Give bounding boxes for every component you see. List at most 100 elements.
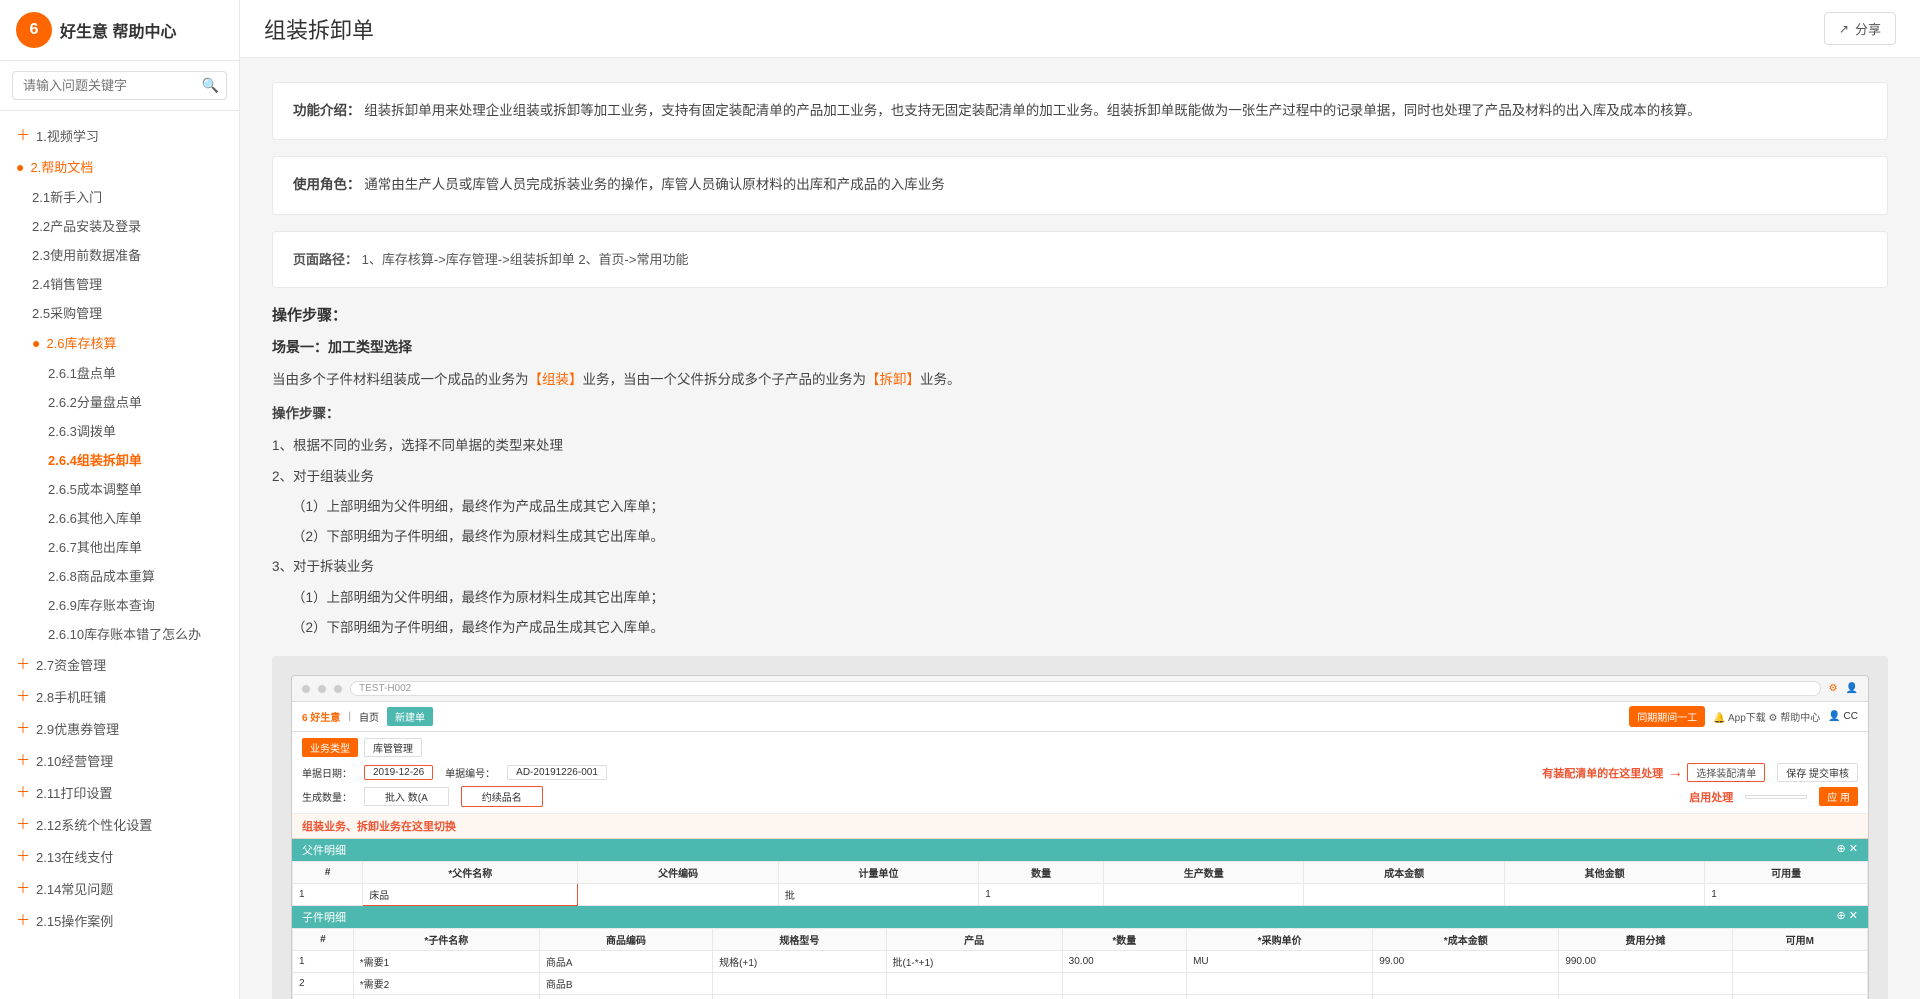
row-other-amt bbox=[1504, 884, 1704, 906]
mock-form-tabs: 业务类型 库管管理 bbox=[302, 738, 1858, 757]
sidebar-item-label: 2.11打印设置 bbox=[36, 783, 112, 802]
col-seq: # bbox=[293, 862, 363, 884]
logo-icon: 6 bbox=[16, 12, 52, 48]
sidebar-item-new-user[interactable]: 2.1新手入门 bbox=[0, 182, 239, 211]
col-avail2: 可用M bbox=[1732, 929, 1867, 951]
sidebar-item-other-out[interactable]: 2.6.7其他出库单 bbox=[0, 532, 239, 561]
share-icon: ↗ bbox=[1839, 22, 1849, 36]
app-title: 好生意 帮助中心 bbox=[60, 18, 176, 42]
sidebar-item-inventory[interactable]: ● 2.6库存核算 bbox=[0, 327, 239, 358]
col-prod2: 产品 bbox=[886, 929, 1062, 951]
mock-qty-label: 生成数量： bbox=[302, 789, 352, 804]
sidebar-item-sales[interactable]: 2.4销售管理 bbox=[0, 269, 239, 298]
step3: 3、对于拆装业务 bbox=[272, 555, 1888, 579]
share-button[interactable]: ↗ 分享 bbox=[1824, 12, 1896, 45]
table-row: 2 *需要2 商品B bbox=[293, 973, 1868, 995]
mock-app-header: 6 好生意 | 自页 新建单 同期期间一工 🔔 App下载 ⚙ 帮助中心 👤 C… bbox=[292, 702, 1868, 732]
sidebar-item-mobile[interactable]: ＋ 2.8手机旺铺 bbox=[0, 680, 239, 712]
mock-browser-bar: TEST-H002 ⚙ 👤 bbox=[292, 676, 1868, 702]
mock-period-btn[interactable]: 同期期间一工 bbox=[1629, 706, 1705, 727]
row-avail4 bbox=[1732, 973, 1867, 995]
sidebar-item-cost-adj[interactable]: 2.6.5成本调整单 bbox=[0, 474, 239, 503]
sidebar-item-ledger[interactable]: 2.6.9库存账本查询 bbox=[0, 590, 239, 619]
col-cost-amt: 成本金额 bbox=[1304, 862, 1504, 884]
row-pur-price2 bbox=[1187, 973, 1373, 995]
col-parent-name: *父件名称 bbox=[363, 862, 578, 884]
sidebar-item-video[interactable]: ＋ 1.视频学习 bbox=[0, 119, 239, 151]
sidebar-item-finance[interactable]: ＋ 2.7资金管理 bbox=[0, 648, 239, 680]
mock-annotation2-text: 组装业务、拆卸业务在这里切换 bbox=[302, 818, 456, 834]
row-spec: 规格(+1) bbox=[713, 951, 886, 973]
row-qty4 bbox=[1062, 973, 1186, 995]
sidebar-item-label: 1.视频学习 bbox=[36, 126, 99, 145]
row-prod-qty bbox=[1104, 884, 1304, 906]
sidebar-item-mgmt[interactable]: ＋ 2.10经营管理 bbox=[0, 744, 239, 776]
sidebar-item-stocktake[interactable]: 2.6.1盘点单 bbox=[0, 358, 239, 387]
steps-title: 操作步骤： bbox=[272, 304, 1888, 325]
sidebar-item-docs[interactable]: ● 2.帮助文档 bbox=[0, 151, 239, 182]
scene1-desc: 当由多个子件材料组装成一个成品的业务为【组装】业务，当由一个父件拆分成多个子产品… bbox=[272, 367, 1888, 393]
content-area: 功能介绍： 组装拆卸单用来处理企业组装或拆卸等加工业务，支持有固定装配清单的产品… bbox=[240, 58, 1920, 999]
search-icon[interactable]: 🔍 bbox=[202, 77, 219, 94]
row-pur-price: MU bbox=[1187, 951, 1373, 973]
expand-icon-11: ＋ bbox=[16, 910, 30, 930]
sidebar-item-label: 2.帮助文档 bbox=[30, 157, 93, 176]
mock-child-icons: ⊕ ✕ bbox=[1837, 909, 1859, 925]
row-qty: 1 bbox=[979, 884, 1104, 906]
mock-nav-new: 新建单 bbox=[387, 707, 433, 726]
sidebar-item-print[interactable]: ＋ 2.11打印设置 bbox=[0, 776, 239, 808]
sidebar-item-other-in[interactable]: 2.6.6其他入库单 bbox=[0, 503, 239, 532]
col-unit: 计量单位 bbox=[778, 862, 978, 884]
mock-nav-home: 自页 bbox=[359, 709, 379, 724]
mock-child-title: 子件明细 bbox=[302, 909, 346, 925]
mock-form-row1: 单据日期： 2019-12-26 单据编号： AD-20191226-001 有… bbox=[302, 763, 1858, 782]
sidebar-item-customize[interactable]: ＋ 2.12系统个性化设置 bbox=[0, 808, 239, 840]
sidebar-item-assembly[interactable]: 2.6.4组装拆卸单 bbox=[0, 445, 239, 474]
row-seq2: 1 bbox=[293, 951, 354, 973]
sidebar-item-cases[interactable]: ＋ 2.15操作案例 bbox=[0, 904, 239, 936]
mock-parent-header: 父件明细 ⊕ ✕ bbox=[292, 839, 1868, 861]
col-child-code: 商品编码 bbox=[539, 929, 712, 951]
role-label: 使用角色： bbox=[293, 177, 361, 192]
col-seq2: # bbox=[293, 929, 354, 951]
mock-tab-type: 业务类型 bbox=[302, 738, 358, 757]
sidebar-item-coupon[interactable]: ＋ 2.9优惠券管理 bbox=[0, 712, 239, 744]
sidebar-item-payment[interactable]: ＋ 2.13在线支付 bbox=[0, 840, 239, 872]
search-box[interactable]: 🔍 bbox=[0, 61, 239, 111]
col-child-name: *子件名称 bbox=[353, 929, 539, 951]
main-area: 组装拆卸单 ↗ 分享 功能介绍： 组装拆卸单用来处理企业组装或拆卸等加工业务，支… bbox=[240, 0, 1920, 999]
steps-sub-label: 操作步骤： bbox=[272, 401, 1888, 427]
mock-apply-btn: 应 用 bbox=[1819, 787, 1858, 806]
mock-parent-title: 父件明细 bbox=[302, 842, 346, 858]
sidebar-item-label: 2.8手机旺铺 bbox=[36, 687, 106, 706]
sidebar-item-label: 2.12系统个性化设置 bbox=[36, 815, 152, 834]
row-child-name: *需要1 bbox=[353, 951, 539, 973]
sidebar-item-data-prep[interactable]: 2.3使用前数据准备 bbox=[0, 240, 239, 269]
user-icon: 👤 bbox=[1846, 683, 1858, 694]
table-row: 1 *需要1 商品A 规格(+1) 批(1-*+1) 30.00 MU 99.0… bbox=[293, 951, 1868, 973]
col-prod-qty: 生产数量 bbox=[1104, 862, 1304, 884]
expand-icon-6: ＋ bbox=[16, 750, 30, 770]
col-spec: 规格型号 bbox=[713, 929, 886, 951]
mock-form-area: 业务类型 库管管理 单据日期： 2019-12-26 单据编号： AD-2019… bbox=[292, 732, 1868, 814]
row-seq3: 2 bbox=[293, 973, 354, 995]
sidebar-item-purchase[interactable]: 2.5采购管理 bbox=[0, 298, 239, 327]
sidebar-item-install[interactable]: 2.2产品安装及登录 bbox=[0, 211, 239, 240]
row-child-code2: 商品B bbox=[539, 973, 712, 995]
row-unit: 批 bbox=[778, 884, 978, 906]
sidebar-item-faq[interactable]: ＋ 2.14常见问题 bbox=[0, 872, 239, 904]
page-title: 组装拆卸单 bbox=[264, 13, 374, 45]
sidebar-item-cost-reset[interactable]: 2.6.8商品成本重算 bbox=[0, 561, 239, 590]
browser-dot2 bbox=[318, 685, 326, 693]
sidebar-item-label: 2.7资金管理 bbox=[36, 655, 106, 674]
mock-parent-section: 父件明细 ⊕ ✕ # *父件名称 父件编码 计量单位 数量 bbox=[292, 839, 1868, 906]
sidebar-item-ledger-error[interactable]: 2.6.10库存账本错了怎么办 bbox=[0, 619, 239, 648]
col-parent-code: 父件编码 bbox=[578, 862, 778, 884]
sidebar-item-transfer[interactable]: 2.6.3调拨单 bbox=[0, 416, 239, 445]
search-input[interactable] bbox=[12, 71, 227, 100]
row-fee2 bbox=[1559, 973, 1732, 995]
sidebar-item-split-count[interactable]: 2.6.2分量盘点单 bbox=[0, 387, 239, 416]
expand-icon-5: ＋ bbox=[16, 718, 30, 738]
row-fee: 990.00 bbox=[1559, 951, 1732, 973]
step-list: 1、根据不同的业务，选择不同单据的类型来处理 2、对于组装业务 （1）上部明细为… bbox=[272, 434, 1888, 640]
